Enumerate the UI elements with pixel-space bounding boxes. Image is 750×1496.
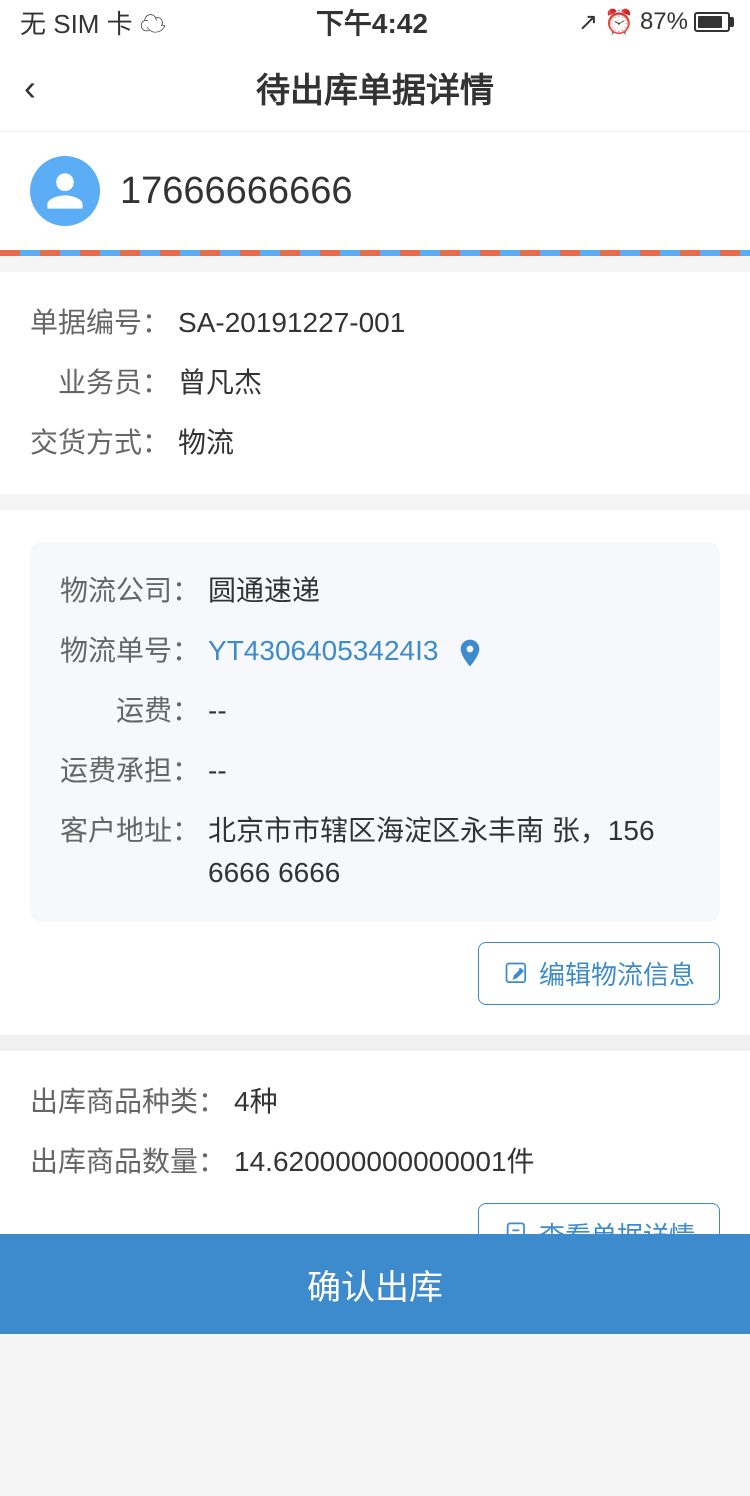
battery-text: 87% [640, 8, 688, 36]
edit-logistics-button[interactable]: 编辑物流信息 [478, 942, 720, 1005]
nav-bar: ‹ 待出库单据详情 [0, 44, 750, 132]
salesman-value: 曾凡杰 [178, 362, 720, 404]
base-info-section: 单据编号： SA-20191227-001 业务员： 曾凡杰 交货方式： 物流 [0, 272, 750, 494]
address-label: 客户地址： [60, 810, 200, 852]
product-quantity-label: 出库商品数量： [30, 1141, 226, 1183]
freight-value: -- [208, 690, 690, 732]
logistics-tracking-label: 物流单号： [60, 630, 200, 672]
order-no-label: 单据编号： [30, 302, 170, 344]
alarm-icon: ⏰ [604, 8, 634, 37]
delivery-row: 交货方式： 物流 [30, 422, 720, 464]
location-pin-icon[interactable] [454, 637, 486, 669]
page-title: 待出库单据详情 [256, 63, 494, 112]
delivery-value: 物流 [178, 422, 720, 464]
delivery-label: 交货方式： [30, 422, 170, 464]
battery-icon [694, 12, 730, 32]
status-left: 无 SIM 卡 ☁ [20, 4, 166, 41]
confirm-outbound-button[interactable]: 确认出库 [0, 1234, 750, 1334]
back-button[interactable]: ‹ [24, 67, 36, 109]
confirm-btn-container: 确认出库 [0, 1234, 750, 1334]
edit-btn-row: 编辑物流信息 [30, 942, 720, 1005]
product-type-row: 出库商品种类： 4种 [30, 1081, 720, 1123]
salesman-label: 业务员： [30, 362, 170, 404]
logistics-tracking-value: YT43064053424I3 [208, 630, 690, 672]
address-value: 北京市市辖区海淀区永丰南 张，156 6666 6666 [208, 810, 690, 894]
product-type-label: 出库商品种类： [30, 1081, 226, 1123]
customer-header: 17666666666 [0, 132, 750, 250]
logistics-company-row: 物流公司： 圆通速递 [60, 570, 690, 612]
edit-logistics-label: 编辑物流信息 [539, 955, 695, 992]
logistics-section: 物流公司： 圆通速递 物流单号： YT43064053424I3 运费： -- … [0, 510, 750, 1035]
freight-label: 运费： [60, 690, 200, 732]
sim-text: 无 SIM 卡 ☁ [20, 4, 166, 41]
edit-icon [503, 960, 531, 988]
freight-row: 运费： -- [60, 690, 690, 732]
product-type-value: 4种 [234, 1081, 720, 1123]
logistics-card: 物流公司： 圆通速递 物流单号： YT43064053424I3 运费： -- … [30, 542, 720, 922]
freight-bear-value: -- [208, 750, 690, 792]
status-right: ↗ ⏰ 87% [578, 8, 730, 37]
customer-phone: 17666666666 [120, 170, 352, 213]
location-status-icon: ↗ [578, 8, 598, 37]
person-icon [43, 169, 87, 213]
order-no-row: 单据编号： SA-20191227-001 [30, 302, 720, 344]
salesman-row: 业务员： 曾凡杰 [30, 362, 720, 404]
status-bar: 无 SIM 卡 ☁ 下午4:42 ↗ ⏰ 87% [0, 0, 750, 44]
separator [0, 1035, 750, 1051]
status-time: 下午4:42 [316, 2, 428, 42]
logistics-company-value: 圆通速递 [208, 570, 690, 612]
freight-bear-row: 运费承担： -- [60, 750, 690, 792]
avatar [30, 156, 100, 226]
logistics-tracking-row: 物流单号： YT43064053424I3 [60, 630, 690, 672]
address-row: 客户地址： 北京市市辖区海淀区永丰南 张，156 6666 6666 [60, 810, 690, 894]
order-no-value: SA-20191227-001 [178, 302, 720, 344]
product-quantity-row: 出库商品数量： 14.620000000000001件 [30, 1141, 720, 1183]
freight-bear-label: 运费承担： [60, 750, 200, 792]
product-quantity-value: 14.620000000000001件 [234, 1141, 720, 1183]
logistics-company-label: 物流公司： [60, 570, 200, 612]
dashed-divider [0, 250, 750, 256]
